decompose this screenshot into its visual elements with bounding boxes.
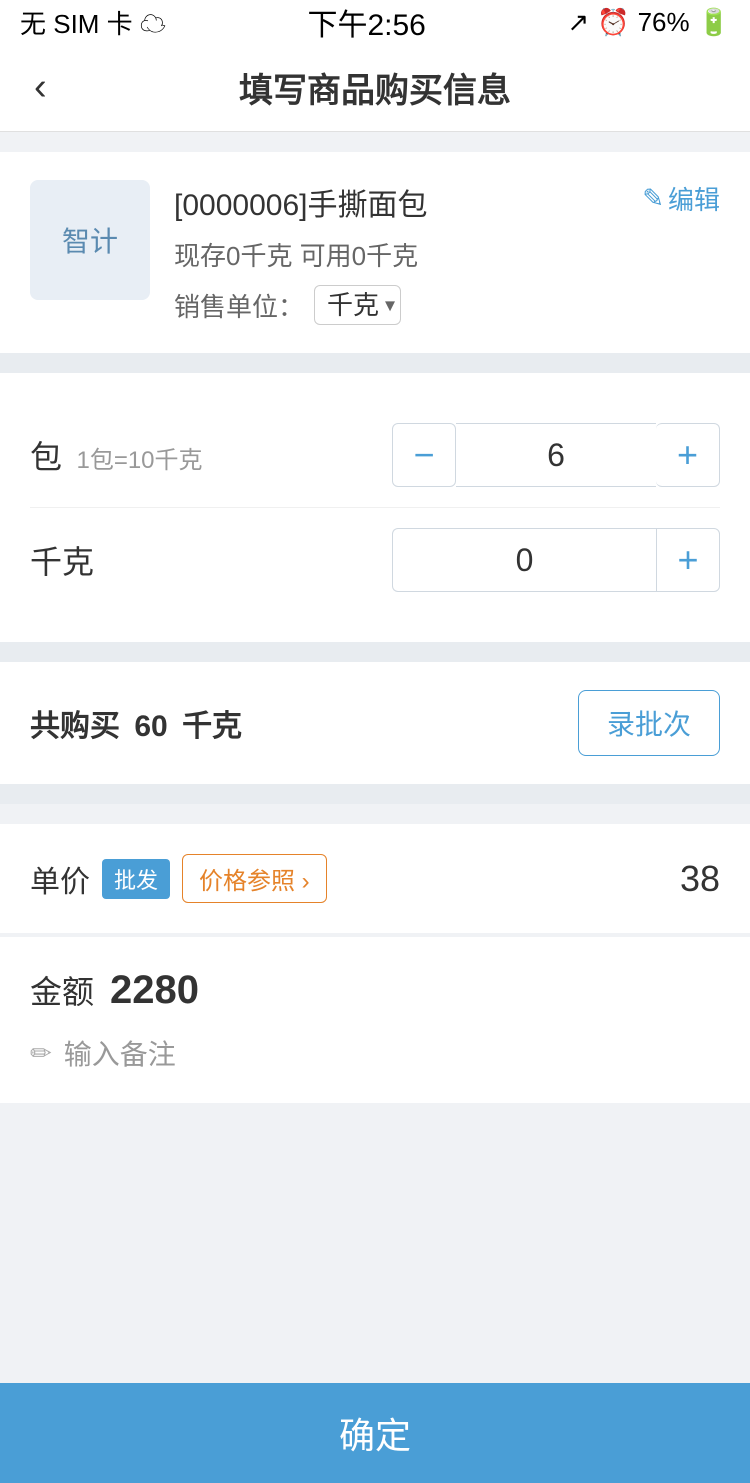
page-title: 填写商品购买信息: [239, 63, 511, 112]
quantity-section: 包 1包=10千克 − + 千克 +: [0, 373, 750, 642]
amount-section: 金额 2280 ✏ 输入备注: [0, 937, 750, 1103]
divider-3: [0, 784, 750, 804]
alarm-icon: ⏰: [597, 7, 629, 38]
status-time: 下午2:56: [307, 0, 425, 44]
battery-label: 76%: [638, 7, 690, 38]
confirm-bar[interactable]: 确定: [0, 1383, 750, 1483]
qty-input-kg[interactable]: [392, 528, 656, 592]
edit-label: 编辑: [668, 180, 720, 217]
product-card: 智计 [0000006]手撕面包 ✎ 编辑 现存0千克 可用0千克 销售单位： …: [0, 152, 750, 353]
unit-label: 销售单位：: [174, 287, 304, 324]
qty-minus-bao[interactable]: −: [392, 423, 456, 487]
price-ref-button[interactable]: 价格参照 ›: [182, 854, 327, 903]
qty-plus-bao[interactable]: +: [656, 423, 720, 487]
amount-label: 金额: [30, 967, 94, 1013]
divider-1: [0, 353, 750, 373]
qty-row-kg: 千克 +: [30, 507, 720, 612]
note-placeholder[interactable]: 输入备注: [64, 1033, 176, 1073]
status-left: 无 SIM 卡 ☁: [20, 4, 166, 41]
amount-value: 2280: [110, 968, 199, 1013]
total-unit: 千克: [182, 710, 242, 743]
divider-2: [0, 642, 750, 662]
amount-row: 金额 2280: [30, 967, 720, 1013]
back-button[interactable]: ‹: [24, 56, 57, 119]
product-info: [0000006]手撕面包 ✎ 编辑 现存0千克 可用0千克 销售单位： 千克: [174, 180, 720, 325]
price-row: 单价 批发 价格参照 › 38: [30, 854, 720, 903]
qty-control-kg: +: [392, 528, 720, 592]
qty-label-kg: 千克: [30, 537, 94, 583]
total-prefix: 共购买: [30, 710, 120, 743]
total-amount: 60: [134, 710, 167, 743]
qty-input-bao[interactable]: [456, 423, 656, 487]
edit-button[interactable]: ✎ 编辑: [642, 180, 720, 217]
qty-row-bao: 包 1包=10千克 − +: [30, 403, 720, 507]
product-name: [0000006]手撕面包: [174, 180, 427, 224]
confirm-button[interactable]: 确定: [339, 1407, 411, 1459]
sim-label: 无 SIM 卡 ☁: [20, 4, 166, 41]
price-label: 单价: [30, 857, 90, 901]
nav-bar: ‹ 填写商品购买信息: [0, 44, 750, 132]
pencil-icon: ✏: [30, 1038, 52, 1069]
main-content: [0, 1103, 750, 1383]
battery-icon: 🔋: [698, 7, 730, 38]
qty-control-bao: − +: [392, 423, 720, 487]
signal-icon: ↗: [567, 7, 589, 38]
note-row[interactable]: ✏ 输入备注: [30, 1033, 720, 1073]
product-unit-row: 销售单位： 千克: [174, 285, 720, 325]
edit-icon: ✎: [642, 183, 664, 214]
price-tag: 批发: [102, 859, 170, 899]
product-stock: 现存0千克 可用0千克: [174, 236, 720, 273]
total-text: 共购买 60 千克: [30, 701, 242, 745]
batch-button[interactable]: 录批次: [578, 690, 720, 756]
status-bar: 无 SIM 卡 ☁ 下午2:56 ↗ ⏰ 76% 🔋: [0, 0, 750, 44]
total-section: 共购买 60 千克 录批次: [0, 662, 750, 784]
product-logo: 智计: [62, 220, 118, 260]
price-left: 单价 批发 价格参照 ›: [30, 854, 327, 903]
unit-select-wrap[interactable]: 千克: [314, 285, 401, 325]
qty-label-bao: 包 1包=10千克: [30, 432, 203, 478]
status-right: ↗ ⏰ 76% 🔋: [567, 7, 730, 38]
qty-plus-kg[interactable]: +: [656, 528, 720, 592]
price-section: 单价 批发 价格参照 › 38: [0, 824, 750, 933]
price-value: 38: [680, 858, 720, 900]
unit-select[interactable]: 千克: [314, 285, 401, 325]
product-image: 智计: [30, 180, 150, 300]
